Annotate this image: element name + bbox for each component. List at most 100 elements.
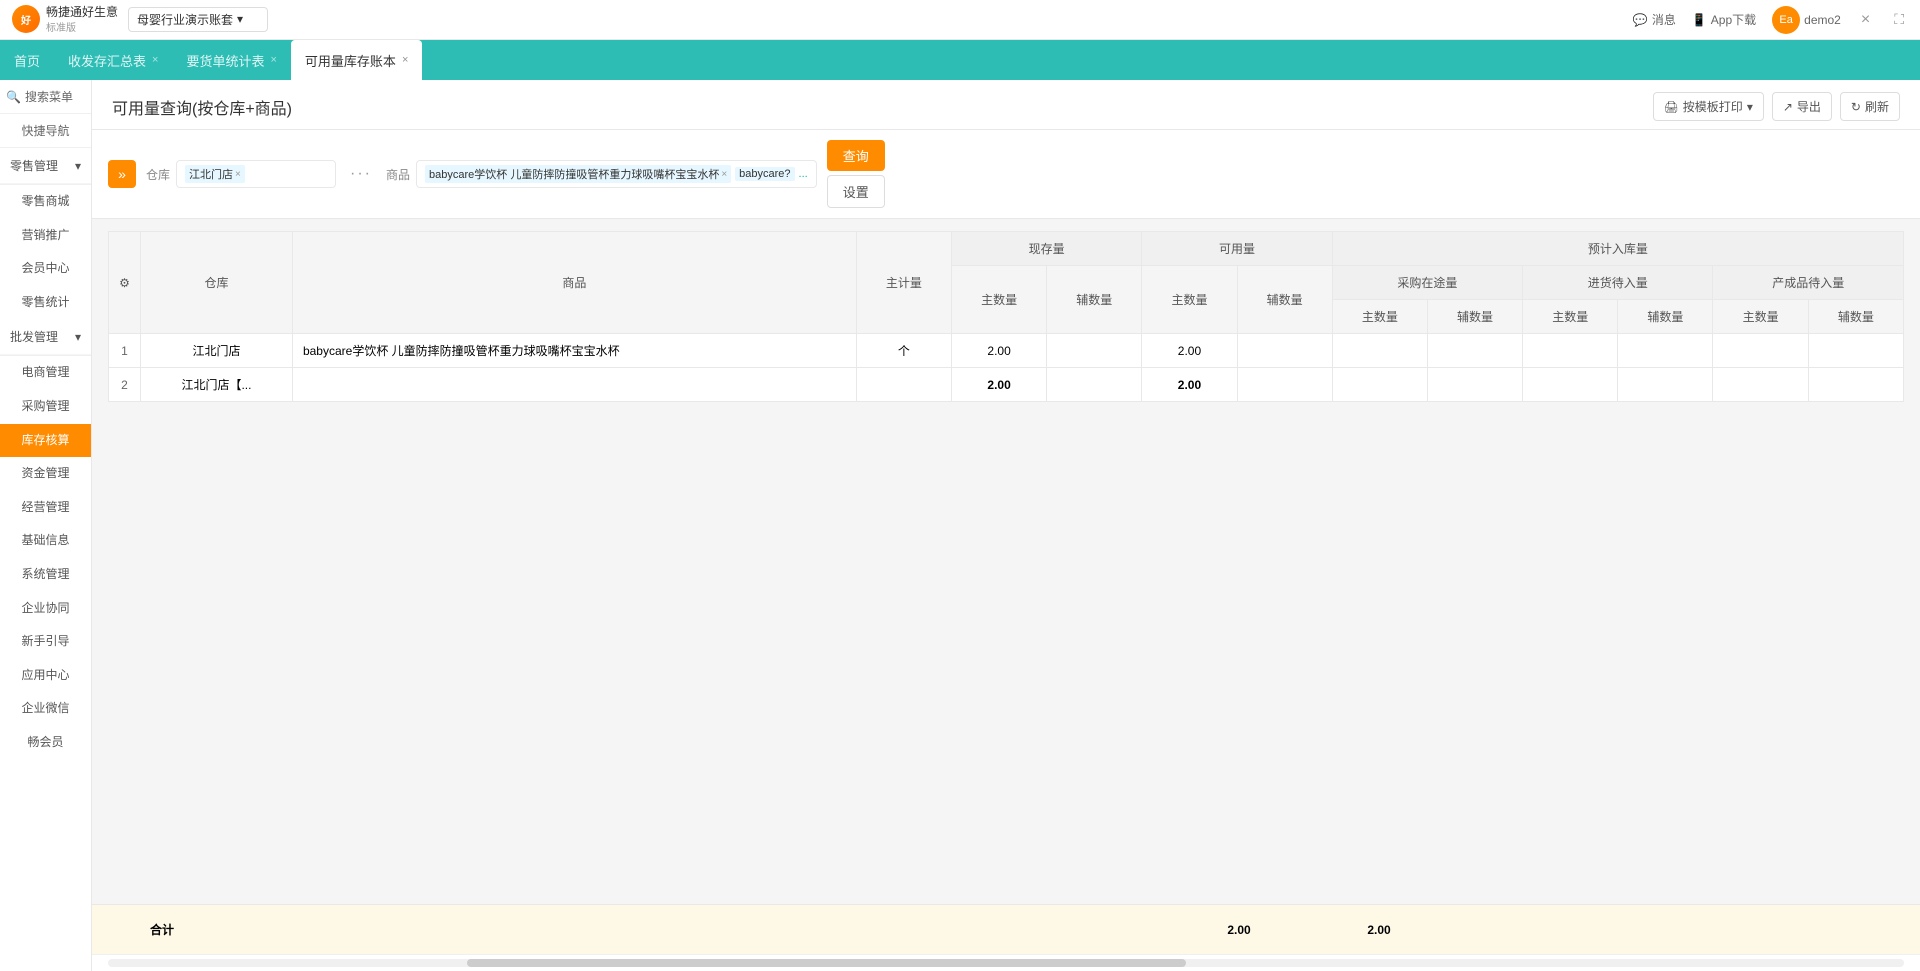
sidebar: 🔍 搜索菜单 快捷导航 零售管理 零售商城 营销推广 会员中心 零售统计 批发管… <box>0 80 92 971</box>
refresh-label: 刷新 <box>1865 98 1889 115</box>
product-tag-1-close[interactable]: × <box>721 169 727 180</box>
header-left: 好 畅捷通好生意 标准版 母婴行业演示账套 <box>12 5 268 34</box>
user-name: demo2 <box>1804 13 1841 27</box>
filter-dots[interactable]: ··· <box>346 165 376 183</box>
summary-label: 合计 <box>140 913 268 946</box>
sidebar-item-retail-mgmt[interactable]: 零售管理 <box>0 148 91 184</box>
row-inbound-aux <box>1618 368 1713 402</box>
query-btn[interactable]: 查询 <box>827 140 885 171</box>
product-filter: 商品 babycare学饮杯 儿童防摔防撞吸管杯重力球吸嘴杯宝宝水杯 × bab… <box>386 160 817 188</box>
app-download-btn[interactable]: 📱 App下载 <box>1692 11 1756 28</box>
logo-sub: 标准版 <box>46 19 118 34</box>
sidebar-item-purchase[interactable]: 采购管理 <box>0 390 91 424</box>
row-products-main <box>1713 334 1808 368</box>
settings-btn[interactable]: 设置 <box>827 175 885 208</box>
row-purchase-main <box>1332 334 1427 368</box>
sidebar-item-operations[interactable]: 经营管理 <box>0 491 91 525</box>
row-products-main <box>1713 368 1808 402</box>
products-pending-header: 产成品待入量 <box>1713 266 1904 300</box>
tab-order-stats[interactable]: 要货单统计表 × <box>172 40 290 80</box>
product-tags[interactable]: babycare学饮杯 儿童防摔防撞吸管杯重力球吸嘴杯宝宝水杯 × babyca… <box>416 160 817 188</box>
sidebar-item-app-center[interactable]: 应用中心 <box>0 659 91 693</box>
sidebar-item-members[interactable]: 畅会员 <box>0 726 91 760</box>
sidebar-item-system[interactable]: 系统管理 <box>0 558 91 592</box>
row-num: 1 <box>109 334 141 368</box>
data-table: 仓库 商品 主计量 现存量 可用量 预计入库量 主数量 辅数量 主数量 辅数量 … <box>108 231 1904 402</box>
tab-available-ledger[interactable]: 可用量库存账本 × <box>291 40 422 80</box>
message-icon: 💬 <box>1633 13 1648 27</box>
close-window-btn[interactable]: × <box>1857 7 1874 33</box>
row-inbound-aux <box>1618 334 1713 368</box>
nav-tabs: 首页 收发存汇总表 × 要货单统计表 × 可用量库存账本 × <box>0 40 1920 80</box>
warehouse-filter: 仓库 江北门店 × <box>146 160 336 188</box>
filter-toggle-btn[interactable] <box>108 160 136 188</box>
warehouse-tags[interactable]: 江北门店 × <box>176 160 336 188</box>
horizontal-scrollbar[interactable] <box>108 959 1904 967</box>
row-product: babycare学饮杯 儿童防摔防撞吸管杯重力球吸嘴杯宝宝水杯 <box>292 334 856 368</box>
available-main-qty-header: 主数量 <box>1142 266 1237 334</box>
product-filter-label: 商品 <box>386 166 410 183</box>
available-header: 可用量 <box>1142 232 1332 266</box>
row-purchase-aux <box>1427 334 1522 368</box>
message-btn[interactable]: 💬 消息 <box>1633 11 1676 28</box>
tab-order-stats-label: 要货单统计表 <box>186 51 264 70</box>
logo-icon: 好 <box>12 5 40 33</box>
expand-btn[interactable]: ⛶ <box>1890 7 1908 32</box>
sidebar-section-wholesale: 批发管理 <box>0 319 91 356</box>
product-tag-2: babycare? <box>735 167 794 181</box>
current-aux-qty-header: 辅数量 <box>1047 266 1142 334</box>
sidebar-item-retail-mall[interactable]: 零售商城 <box>0 185 91 219</box>
industry-selector[interactable]: 母婴行业演示账套 <box>128 7 268 32</box>
sidebar-item-inventory[interactable]: 库存核算 <box>0 424 91 458</box>
filter-buttons: 查询 设置 <box>827 140 885 208</box>
row-product <box>292 368 856 402</box>
scrollbar-thumb[interactable] <box>467 959 1185 967</box>
sidebar-item-wholesale-mgmt[interactable]: 批发管理 <box>0 319 91 355</box>
sidebar-section-retail-mgmt: 零售管理 <box>0 148 91 185</box>
gear-icon[interactable] <box>119 276 130 290</box>
tab-available-ledger-label: 可用量库存账本 <box>305 51 396 70</box>
sidebar-item-new-guide[interactable]: 新手引导 <box>0 625 91 659</box>
inbound-pending-main-header: 主数量 <box>1523 300 1618 334</box>
row-products-aux <box>1808 368 1903 402</box>
user-area[interactable]: Ea demo2 <box>1772 6 1841 34</box>
tab-home[interactable]: 首页 <box>0 40 54 80</box>
sidebar-item-member-center[interactable]: 会员中心 <box>0 252 91 286</box>
sidebar-item-enterprise[interactable]: 企业协同 <box>0 592 91 626</box>
sidebar-item-base-info[interactable]: 基础信息 <box>0 524 91 558</box>
sidebar-search[interactable]: 🔍 搜索菜单 <box>0 80 91 114</box>
print-icon: 🖨 <box>1664 100 1679 114</box>
warehouse-col-header: 仓库 <box>141 232 293 334</box>
row-warehouse: 江北门店【... <box>141 368 293 402</box>
chevron-down-icon <box>75 159 81 173</box>
tab-receive-summary[interactable]: 收发存汇总表 × <box>54 40 172 80</box>
sidebar-quick-nav[interactable]: 快捷导航 <box>0 114 91 148</box>
template-print-btn[interactable]: 🖨 按模板打印 <box>1653 92 1764 121</box>
sidebar-item-ecommerce[interactable]: 电商管理 <box>0 356 91 390</box>
warehouse-filter-label: 仓库 <box>146 166 170 183</box>
product-filter-more[interactable]: ... <box>799 168 808 180</box>
row-inbound-main <box>1523 334 1618 368</box>
table-row: 2 江北门店【... 2.00 2.00 <box>109 368 1904 402</box>
row-available-aux <box>1237 368 1332 402</box>
purchase-transit-header: 采购在途量 <box>1332 266 1522 300</box>
sidebar-item-enterprise-wx[interactable]: 企业微信 <box>0 692 91 726</box>
warehouse-tag-close[interactable]: × <box>235 169 241 180</box>
row-purchase-aux <box>1427 368 1522 402</box>
sidebar-item-retail-stats[interactable]: 零售统计 <box>0 286 91 320</box>
export-btn[interactable]: ↗ 导出 <box>1772 92 1832 121</box>
content-area: 可用量查询(按仓库+商品) 🖨 按模板打印 ↗ 导出 ↻ 刷新 <box>92 80 1920 971</box>
tab-receive-summary-close[interactable]: × <box>152 54 158 66</box>
refresh-btn[interactable]: ↻ 刷新 <box>1840 92 1900 121</box>
row-inbound-main <box>1523 368 1618 402</box>
summary-row: 合计 2.00 2.00 <box>108 913 1904 946</box>
row-unit: 个 <box>856 334 951 368</box>
tab-home-label: 首页 <box>14 51 40 70</box>
header-right: 💬 消息 📱 App下载 Ea demo2 × ⛶ <box>1633 6 1908 34</box>
sidebar-item-finance[interactable]: 资金管理 <box>0 457 91 491</box>
sidebar-item-marketing[interactable]: 营销推广 <box>0 219 91 253</box>
download-label: App下载 <box>1711 11 1756 28</box>
tab-order-stats-close[interactable]: × <box>270 54 276 66</box>
settings-col-header <box>109 232 141 334</box>
tab-available-ledger-close[interactable]: × <box>402 54 408 66</box>
